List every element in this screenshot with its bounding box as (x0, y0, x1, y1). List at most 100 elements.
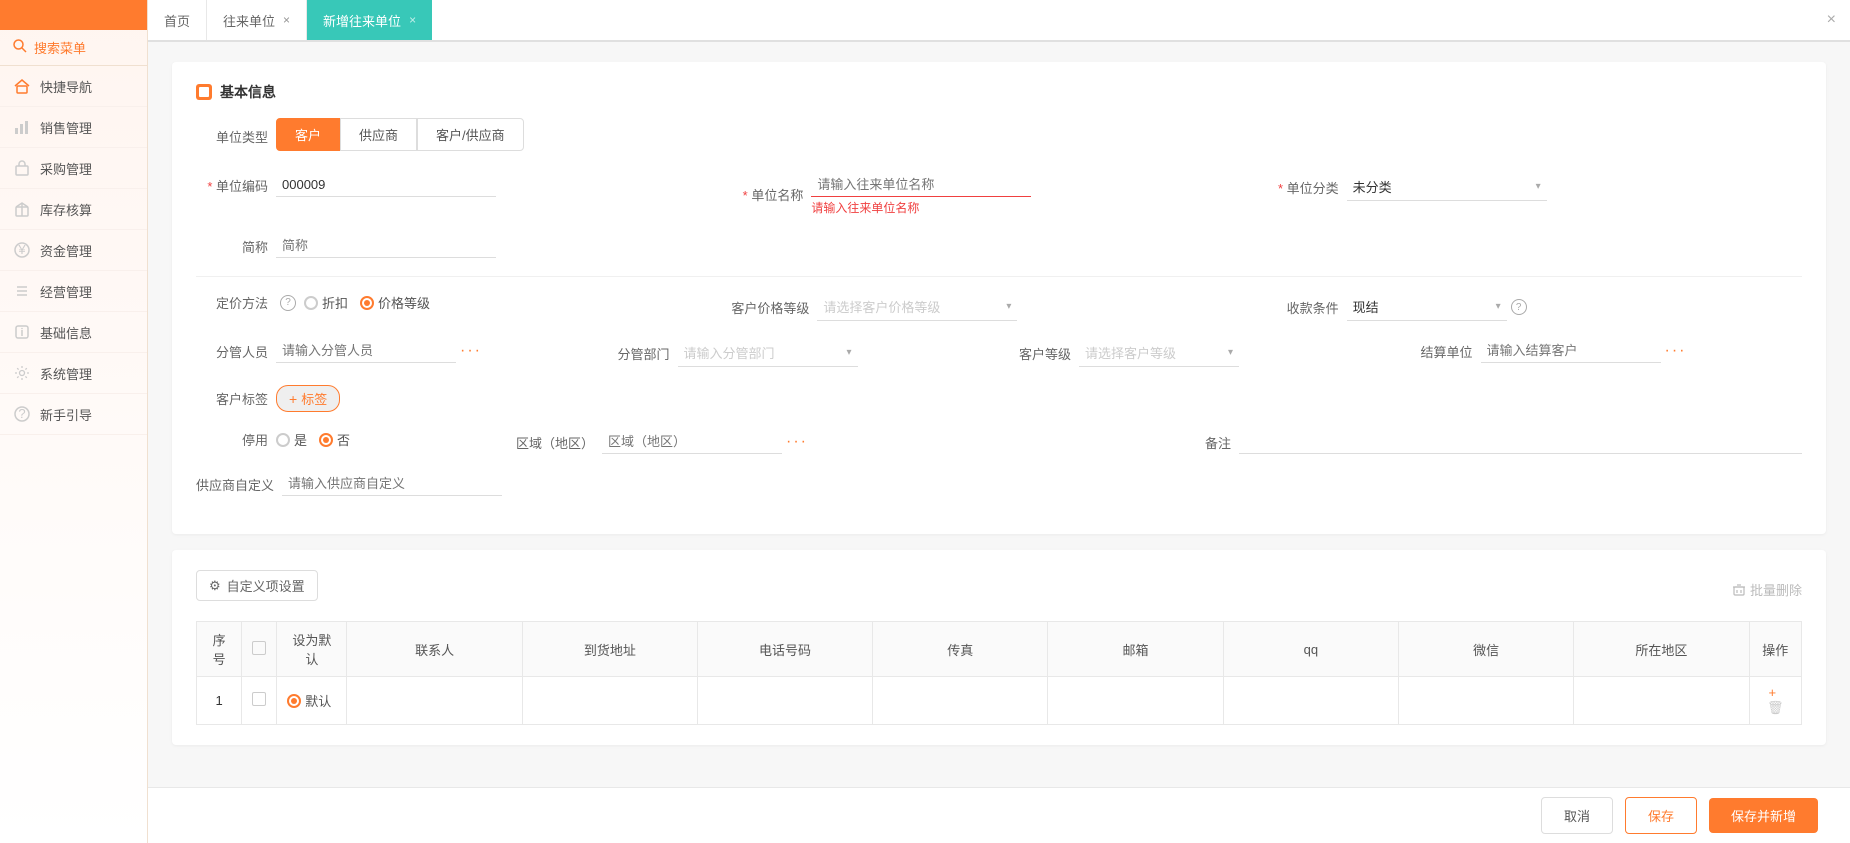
sidebar-item-sales[interactable]: 销售管理 (0, 107, 147, 148)
region-label: 区域（地区） (516, 433, 602, 452)
save-button[interactable]: 保存 (1625, 797, 1697, 834)
unit-category-value: 未分类 (1353, 177, 1536, 196)
row-region[interactable] (1574, 677, 1749, 725)
row-default-radio[interactable]: 默认 (287, 691, 336, 710)
unit-btn-both[interactable]: 客户/供应商 (417, 118, 524, 151)
sidebar-item-quick-nav[interactable]: 快捷导航 (0, 66, 147, 107)
region-select-input[interactable] (1584, 693, 1738, 708)
pricing-method-label: 定价方法 (196, 293, 276, 312)
address-input[interactable] (533, 693, 687, 708)
sidebar-item-basic[interactable]: 基础信息 (0, 312, 147, 353)
unit-code-label: 单位编码 (196, 176, 276, 195)
section-header: 基本信息 (196, 82, 1802, 102)
unit-name-label: 单位名称 (731, 185, 811, 204)
row-phone[interactable] (697, 677, 872, 725)
sidebar-item-purchase[interactable]: 采购管理 (0, 148, 147, 189)
payment-help-icon[interactable]: ? (1511, 299, 1527, 315)
disabled-radio-no[interactable]: 否 (319, 430, 350, 449)
chevron-down-icon: ▾ (1536, 181, 1541, 192)
col-contact: 联系人 (347, 622, 522, 677)
payment-terms-select[interactable]: 现结 ▾ (1347, 293, 1507, 321)
contact-input[interactable] (357, 693, 511, 708)
tab-close-all-button[interactable]: × (1813, 0, 1850, 40)
customer-price-level-select[interactable]: 请选择客户价格等级 ▾ (817, 293, 1017, 321)
sidebar-item-system[interactable]: 系统管理 (0, 353, 147, 394)
tab-partners-label: 往来单位 (223, 11, 275, 30)
header-checkbox[interactable] (252, 641, 266, 655)
sidebar-item-inventory[interactable]: 库存核算 (0, 189, 147, 230)
unit-btn-supplier[interactable]: 供应商 (340, 118, 417, 151)
pricing-help-icon[interactable]: ? (280, 295, 296, 311)
batch-delete-label[interactable]: 批量删除 (1750, 580, 1802, 599)
settlement-field: 结算单位 ··· (1401, 339, 1803, 363)
unit-name-input[interactable] (811, 173, 1031, 197)
supplier-custom-field: 供应商自定义 (196, 472, 596, 496)
bag-icon (12, 158, 32, 178)
add-row-button[interactable]: + (1768, 685, 1776, 700)
plus-icon: + (289, 391, 297, 407)
pricing-level-label: 价格等级 (378, 293, 430, 312)
customer-level-select[interactable]: 请选择客户等级 ▾ (1079, 339, 1239, 367)
sidebar-search-label: 搜索菜单 (34, 38, 86, 57)
unit-category-select[interactable]: 未分类 ▾ (1347, 173, 1547, 201)
settlement-more-button[interactable]: ··· (1661, 342, 1691, 360)
manager-input[interactable] (276, 339, 456, 363)
tab-partners-close[interactable]: × (283, 13, 290, 27)
region-field: 区域（地区） ··· (516, 430, 1159, 454)
qq-input[interactable] (1234, 693, 1388, 708)
sidebar-item-guide[interactable]: ? 新手引导 (0, 394, 147, 435)
add-tag-button[interactable]: + 标签 (276, 385, 340, 412)
home-icon (12, 76, 32, 96)
pricing-row: 定价方法 ? 折扣 价格等级 客户价格等级 (196, 293, 1802, 321)
guide-icon: ? (12, 404, 32, 424)
shortname-row: 简称 (196, 234, 1802, 258)
row-address[interactable] (522, 677, 697, 725)
row-checkbox-box[interactable] (252, 692, 266, 706)
short-name-input[interactable] (276, 234, 496, 258)
fax-input[interactable] (883, 693, 1037, 708)
tab-home[interactable]: 首页 (148, 0, 207, 40)
delete-row-button[interactable]: 🗑 (1767, 700, 1784, 715)
customer-tag-field: 客户标签 + 标签 (196, 385, 1802, 412)
supplier-custom-input[interactable] (282, 472, 502, 496)
svg-text:?: ? (18, 406, 25, 421)
department-select[interactable]: 请输入分管部门 ▾ (678, 339, 858, 367)
radio-level-circle (360, 296, 374, 310)
region-more-button[interactable]: ··· (782, 433, 812, 451)
phone-input[interactable] (708, 693, 862, 708)
radio-yes-circle (276, 433, 290, 447)
disabled-radio-yes[interactable]: 是 (276, 430, 307, 449)
row-wechat[interactable] (1399, 677, 1574, 725)
supplier-custom-label: 供应商自定义 (196, 475, 282, 494)
col-default: 设为默认 (277, 622, 347, 677)
save-and-new-button[interactable]: 保存并新增 (1709, 798, 1818, 833)
sidebar-item-operations[interactable]: 经营管理 (0, 271, 147, 312)
region-input[interactable] (602, 430, 782, 454)
custom-settings-button[interactable]: ⚙ 自定义项设置 (196, 570, 318, 601)
remark-input[interactable] (1239, 430, 1802, 454)
unit-code-input[interactable] (276, 173, 496, 197)
row-qq[interactable] (1223, 677, 1398, 725)
email-input[interactable] (1058, 693, 1212, 708)
wechat-input[interactable] (1409, 693, 1563, 708)
sidebar-item-label: 经营管理 (40, 282, 92, 301)
sidebar-search[interactable]: 搜索菜单 (0, 30, 147, 66)
manager-more-button[interactable]: ··· (456, 342, 486, 360)
sidebar-item-label: 库存核算 (40, 200, 92, 219)
row-contact[interactable] (347, 677, 522, 725)
col-phone: 电话号码 (697, 622, 872, 677)
pricing-radio-discount[interactable]: 折扣 (304, 293, 348, 312)
batch-delete-section: 批量删除 (1732, 576, 1802, 607)
row-fax[interactable] (873, 677, 1048, 725)
sidebar-item-finance[interactable]: ¥ 资金管理 (0, 230, 147, 271)
unit-code-field: 单位编码 (196, 173, 731, 197)
pricing-radio-level[interactable]: 价格等级 (360, 293, 430, 312)
tab-partners[interactable]: 往来单位 × (207, 0, 307, 40)
settlement-input[interactable] (1481, 339, 1661, 363)
tab-new-partner-close[interactable]: × (409, 13, 416, 27)
unit-btn-customer[interactable]: 客户 (276, 118, 340, 151)
cancel-button[interactable]: 取消 (1541, 797, 1613, 834)
tab-new-partner[interactable]: 新增往来单位 × (307, 0, 432, 40)
row-email[interactable] (1048, 677, 1223, 725)
supplier-custom-row: 供应商自定义 (196, 472, 1802, 496)
